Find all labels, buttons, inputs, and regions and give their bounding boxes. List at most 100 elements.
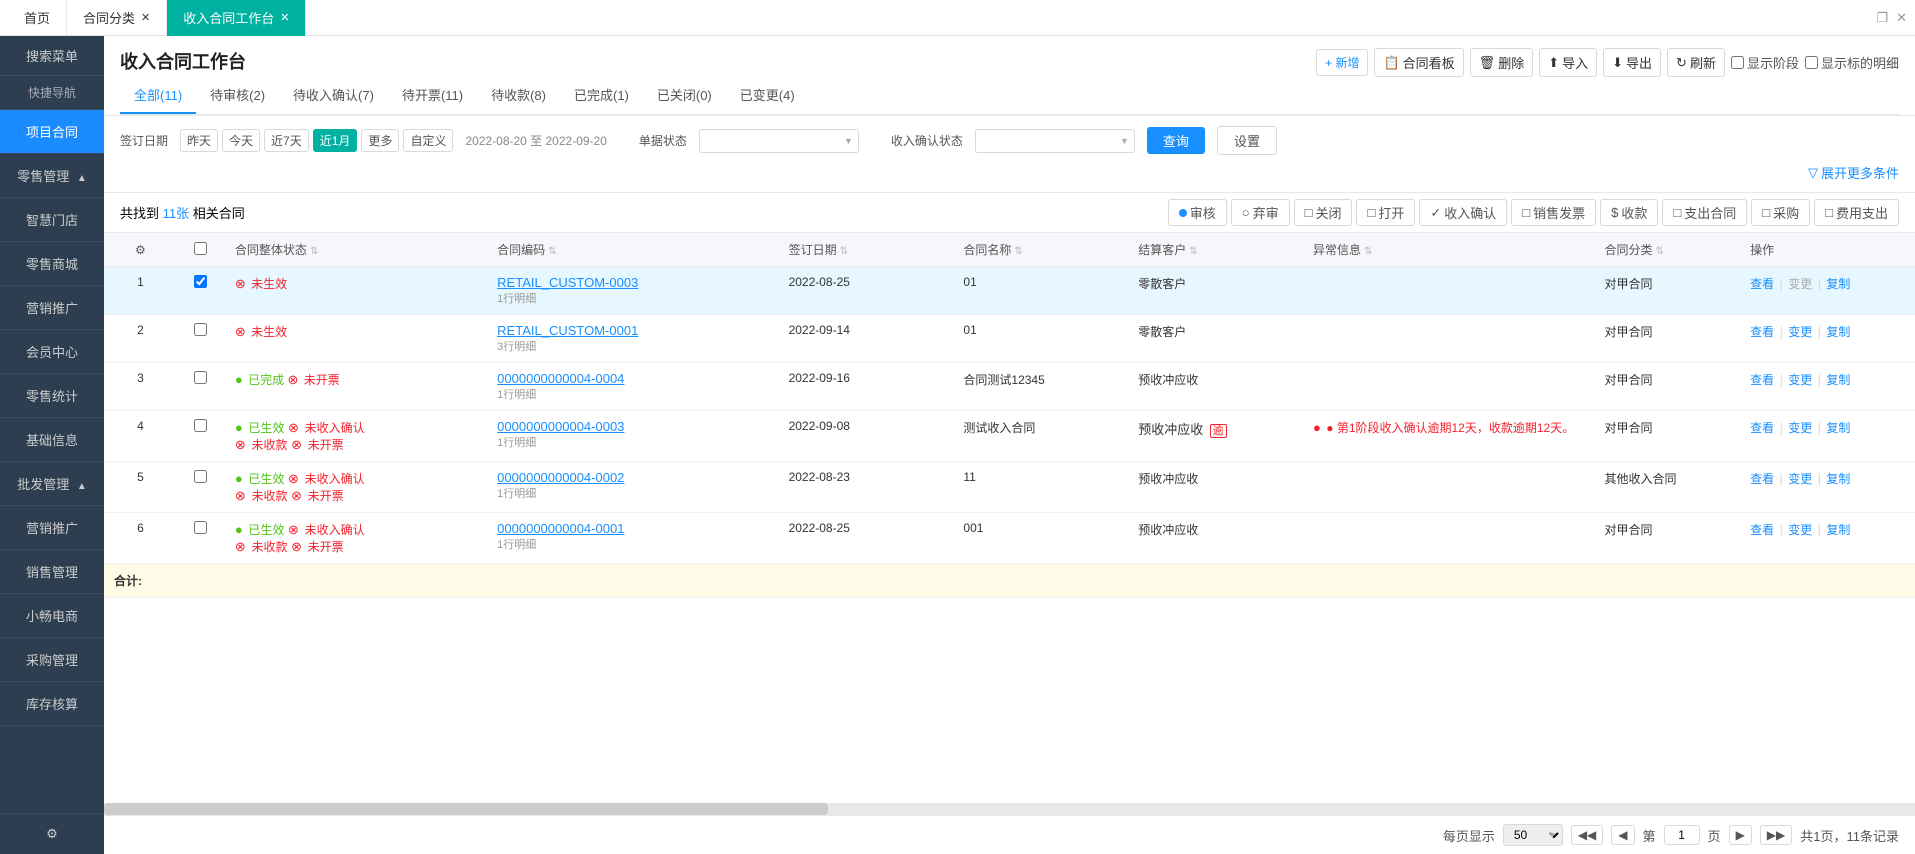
date-1month[interactable]: 近1月	[313, 129, 358, 152]
date-7days[interactable]: 近7天	[264, 129, 309, 152]
view-btn-3[interactable]: 查看	[1750, 373, 1774, 387]
row-check-2[interactable]	[194, 323, 207, 336]
query-button[interactable]: 查询	[1147, 127, 1205, 154]
tab-pending-invoice[interactable]: 待开票(11)	[388, 77, 477, 114]
change-btn-5[interactable]: 变更	[1788, 472, 1812, 486]
purchase-button[interactable]: □ 采购	[1751, 199, 1810, 226]
row-check-6[interactable]	[194, 521, 207, 534]
income-confirm-select[interactable]	[975, 129, 1135, 153]
refresh-button[interactable]: ↻ 刷新	[1667, 48, 1725, 77]
copy-btn-2[interactable]: 复制	[1826, 325, 1850, 339]
contract-board-button[interactable]: 📋 合同看板	[1374, 48, 1463, 77]
expense-contract-button[interactable]: □ 支出合同	[1662, 199, 1747, 226]
copy-btn-3[interactable]: 复制	[1826, 373, 1850, 387]
horizontal-scrollbar[interactable]	[104, 803, 1915, 815]
abandon-audit-button[interactable]: ○ 弃审	[1231, 199, 1290, 226]
sidebar-settings[interactable]: ⚙	[0, 813, 104, 854]
view-btn-6[interactable]: 查看	[1750, 523, 1774, 537]
select-all-checkbox[interactable]	[194, 242, 207, 255]
next-page-button[interactable]: ▶	[1729, 825, 1752, 845]
view-btn-1[interactable]: 查看	[1750, 277, 1774, 291]
row-checkbox[interactable]	[177, 315, 225, 363]
restore-icon[interactable]: ❐	[1876, 10, 1888, 26]
expand-filter-button[interactable]: ▽ 展开更多条件	[1808, 163, 1899, 182]
sidebar-item-ecommerce[interactable]: 小畅电商	[0, 594, 104, 638]
contract-code-link[interactable]: 0000000000004-0004	[497, 371, 624, 386]
show-detail-checkbox[interactable]	[1805, 56, 1818, 69]
sidebar-item-marketing[interactable]: 营销推广	[0, 286, 104, 330]
row-check-3[interactable]	[194, 371, 207, 384]
tab-pending-review[interactable]: 待审核(2)	[196, 77, 279, 114]
change-btn-6[interactable]: 变更	[1788, 523, 1812, 537]
close-window-icon[interactable]: ✕	[1896, 10, 1907, 26]
add-button[interactable]: + 新增	[1316, 49, 1368, 76]
row-check-4[interactable]	[194, 419, 207, 432]
sidebar-item-retail-stats[interactable]: 零售统计	[0, 374, 104, 418]
open-button[interactable]: □ 打开	[1356, 199, 1415, 226]
prev-page-button[interactable]: ◀	[1611, 825, 1634, 845]
view-btn-4[interactable]: 查看	[1750, 421, 1774, 435]
expense-button[interactable]: □ 费用支出	[1814, 199, 1899, 226]
show-stage-checkbox[interactable]	[1731, 56, 1744, 69]
tab-close-income-contract[interactable]: ✕	[280, 11, 289, 24]
tab-contract-category[interactable]: 合同分类 ✕	[67, 0, 167, 36]
contract-code-link[interactable]: RETAIL_CUSTOM-0001	[497, 323, 638, 338]
copy-btn-4[interactable]: 复制	[1826, 421, 1850, 435]
last-page-button[interactable]: ▶▶	[1760, 825, 1792, 845]
sidebar-item-member-center[interactable]: 会员中心	[0, 330, 104, 374]
sidebar-item-retail-management[interactable]: 零售管理 ▲	[0, 154, 104, 198]
sidebar-item-retail-mall[interactable]: 零售商城	[0, 242, 104, 286]
tab-close-contract-category[interactable]: ✕	[141, 11, 150, 24]
sidebar-nav[interactable]: 快捷导航	[0, 76, 104, 110]
row-checkbox[interactable]	[177, 267, 225, 315]
date-more[interactable]: 更多	[361, 129, 399, 152]
change-btn-3[interactable]: 变更	[1788, 373, 1812, 387]
sidebar-item-project-contract[interactable]: 项目合同	[0, 110, 104, 154]
sales-invoice-button[interactable]: □ 销售发票	[1511, 199, 1596, 226]
date-custom[interactable]: 自定义	[403, 129, 453, 152]
tab-all[interactable]: 全部(11)	[120, 77, 196, 114]
row-checkbox[interactable]	[177, 513, 225, 564]
tab-closed[interactable]: 已关闭(0)	[643, 77, 726, 114]
income-confirm-button[interactable]: ✓ 收入确认	[1419, 199, 1507, 226]
view-btn-2[interactable]: 查看	[1750, 325, 1774, 339]
export-button[interactable]: ⬇ 导出	[1603, 48, 1661, 77]
contract-code-link[interactable]: 0000000000004-0001	[497, 521, 624, 536]
row-checkbox[interactable]	[177, 462, 225, 513]
contract-code-link[interactable]: 0000000000004-0003	[497, 419, 624, 434]
filter-settings-button[interactable]: 设置	[1217, 126, 1277, 155]
page-number-input[interactable]	[1664, 825, 1700, 845]
date-today[interactable]: 今天	[222, 129, 260, 152]
tab-home[interactable]: 首页	[8, 0, 67, 36]
sidebar-item-sales-management[interactable]: 销售管理	[0, 550, 104, 594]
doc-status-select[interactable]	[699, 129, 859, 153]
row-check-1[interactable]	[194, 275, 207, 288]
th-config[interactable]: ⚙	[104, 233, 177, 267]
audit-button[interactable]: 审核	[1168, 199, 1227, 226]
receipt-button[interactable]: $ 收款	[1600, 199, 1658, 226]
copy-btn-6[interactable]: 复制	[1826, 523, 1850, 537]
close-button[interactable]: □ 关闭	[1294, 199, 1353, 226]
sidebar-item-smart-store[interactable]: 智慧门店	[0, 198, 104, 242]
row-check-5[interactable]	[194, 470, 207, 483]
contract-code-link[interactable]: RETAIL_CUSTOM-0003	[497, 275, 638, 290]
tab-pending-income-confirm[interactable]: 待收入确认(7)	[279, 77, 388, 114]
first-page-button[interactable]: ◀◀	[1571, 825, 1603, 845]
view-btn-5[interactable]: 查看	[1750, 472, 1774, 486]
sidebar-item-marketing-2[interactable]: 营销推广	[0, 506, 104, 550]
import-button[interactable]: ⬆ 导入	[1539, 48, 1597, 77]
tab-completed[interactable]: 已完成(1)	[560, 77, 643, 114]
delete-button[interactable]: 🗑 删除	[1470, 48, 1534, 77]
contract-code-link[interactable]: 0000000000004-0002	[497, 470, 624, 485]
tab-changed[interactable]: 已变更(4)	[726, 77, 809, 114]
sidebar-item-wholesale-management[interactable]: 批发管理 ▲	[0, 462, 104, 506]
row-checkbox[interactable]	[177, 411, 225, 462]
tab-pending-receipt[interactable]: 待收款(8)	[477, 77, 560, 114]
sidebar-item-basic-info[interactable]: 基础信息	[0, 418, 104, 462]
copy-btn-5[interactable]: 复制	[1826, 472, 1850, 486]
row-checkbox[interactable]	[177, 363, 225, 411]
page-size-select[interactable]: 50	[1503, 824, 1563, 846]
sidebar-item-purchase-management[interactable]: 采购管理	[0, 638, 104, 682]
tab-income-contract[interactable]: 收入合同工作台 ✕	[167, 0, 306, 36]
copy-btn-1[interactable]: 复制	[1826, 277, 1850, 291]
